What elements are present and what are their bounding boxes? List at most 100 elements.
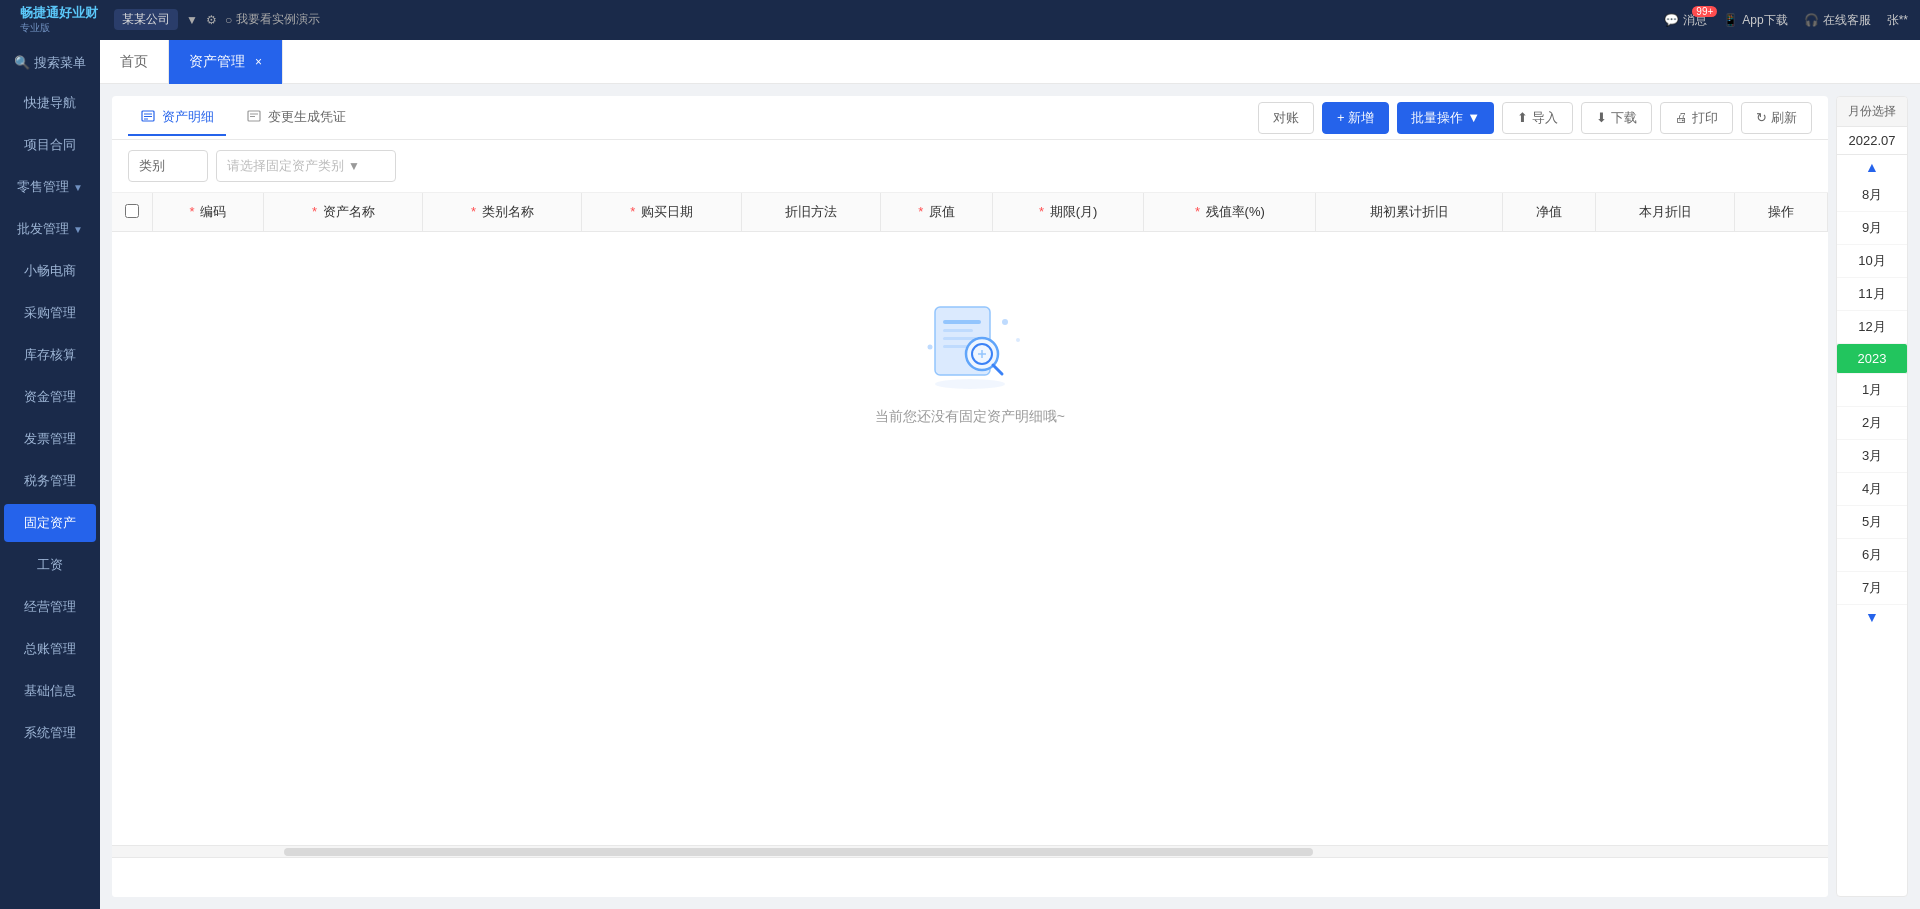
messages-button[interactable]: 💬 消息 99+ [1664,12,1707,29]
sub-tab-change-voucher-label: 变更生成凭证 [268,108,346,126]
toolbar-actions: 对账 + 新增 批量操作 ▼ ⬆ 导入 [366,102,1812,134]
table-area: * 编码 * 资产名称 * 类别名称 [112,193,1828,845]
month-panel-header: 月份选择 [1837,97,1907,127]
month-item-3[interactable]: 3月 [1837,440,1907,473]
sidebar-item-retail[interactable]: 零售管理 ▼ [4,168,96,206]
company-selector[interactable]: 某某公司 [114,9,178,30]
demo-button[interactable]: ○ 我要看实例演示 [225,11,320,28]
category-placeholder: 请选择固定资产类别 [227,157,344,175]
sidebar-item-quicknav[interactable]: 快捷导航 [4,84,96,122]
sidebar-item-inventory[interactable]: 库存核算 [4,336,96,374]
month-item-year-2023[interactable]: 2023 [1837,344,1907,374]
add-label: + 新增 [1337,109,1374,127]
sidebar-item-project[interactable]: 项目合同 [4,126,96,164]
month-item-5[interactable]: 5月 [1837,506,1907,539]
empty-illustration [910,292,1030,392]
category-input[interactable]: 请选择固定资产类别 ▼ [216,150,396,182]
batch-button[interactable]: 批量操作 ▼ [1397,102,1494,134]
system-label: 系统管理 [24,724,76,742]
sidebar-item-purchase[interactable]: 采购管理 [4,294,96,332]
brand: 畅捷通好业财 专业版 [12,5,106,36]
online-service-button[interactable]: 🎧 在线客服 [1804,12,1871,29]
sidebar-item-basic[interactable]: 基础信息 [4,672,96,710]
th-purchase-date: * 购买日期 [582,193,741,232]
main-panel: 资产明细 变更生成凭证 对账 + 新增 [112,96,1828,897]
sidebar-item-wholesale[interactable]: 批发管理 ▼ [4,210,96,248]
sidebar-item-operations[interactable]: 经营管理 [4,588,96,626]
add-button[interactable]: + 新增 [1322,102,1389,134]
tab-close-icon[interactable]: × [255,55,262,69]
sidebar-item-ledger[interactable]: 总账管理 [4,630,96,668]
th-asset-name: * 资产名称 [264,193,423,232]
scroll-thumb[interactable] [284,848,1314,856]
reconcile-button[interactable]: 对账 [1258,102,1314,134]
filter-row: 类别 请选择固定资产类别 ▼ [112,140,1828,193]
service-label: 在线客服 [1823,12,1871,29]
change-voucher-icon [246,109,262,125]
print-button[interactable]: 🖨 打印 [1660,102,1733,134]
tab-home[interactable]: 首页 [100,40,169,84]
gear-icon[interactable]: ⚙ [206,13,217,27]
sidebar-item-fund[interactable]: 资金管理 [4,378,96,416]
sidebar-item-fixed-assets[interactable]: 固定资产 [4,504,96,542]
month-item-11[interactable]: 11月 [1837,278,1907,311]
sidebar-item-salary[interactable]: 工资 [4,546,96,584]
search-icon: 🔍 [14,55,30,70]
th-original-value: * 原值 [881,193,993,232]
brand-title: 畅捷通好业财 [20,5,98,22]
month-item-6[interactable]: 6月 [1837,539,1907,572]
wholesale-arrow-icon: ▼ [73,224,83,235]
th-category: * 类别名称 [423,193,582,232]
download-label: 下载 [1611,109,1637,127]
svg-point-20 [1016,338,1020,342]
tab-asset-manage[interactable]: 资产管理 × [169,40,283,84]
salary-label: 工资 [37,556,63,574]
sidebar-item-system[interactable]: 系统管理 [4,714,96,752]
bottom-scrollbar[interactable] [112,845,1828,857]
svg-rect-12 [943,337,977,340]
month-item-9[interactable]: 9月 [1837,212,1907,245]
th-checkbox [112,193,152,232]
app-download-button[interactable]: 📱 App下载 [1723,12,1787,29]
asset-table: * 编码 * 资产名称 * 类别名称 [112,193,1828,486]
month-item-4[interactable]: 4月 [1837,473,1907,506]
select-all-checkbox[interactable] [125,204,139,218]
batch-arrow-icon: ▼ [1467,110,1480,125]
sub-tab-change-voucher[interactable]: 变更生成凭证 [234,100,358,136]
sidebar-item-invoice[interactable]: 发票管理 [4,420,96,458]
company-dropdown-icon[interactable]: ▼ [186,13,198,27]
batch-label: 批量操作 [1411,109,1463,127]
sidebar-item-ecommerce[interactable]: 小畅电商 [4,252,96,290]
month-item-1[interactable]: 1月 [1837,374,1907,407]
month-item-12[interactable]: 12月 [1837,311,1907,344]
month-item-2[interactable]: 2月 [1837,407,1907,440]
sub-tab-asset-detail[interactable]: 资产明细 [128,100,226,136]
svg-point-21 [927,345,932,350]
sub-tab-asset-detail-label: 资产明细 [162,108,214,126]
month-item-7[interactable]: 7月 [1837,572,1907,605]
ecommerce-label: 小畅电商 [24,262,76,280]
top-bar: 畅捷通好业财 专业版 某某公司 ▼ ⚙ ○ 我要看实例演示 💬 消息 99+ 📱… [0,0,1920,40]
empty-state-cell: 当前您还没有固定资产明细哦~ [112,232,1828,487]
svg-rect-10 [943,320,981,324]
print-label: 打印 [1692,109,1718,127]
month-up-button[interactable]: ▲ [1837,155,1907,179]
sidebar-item-search[interactable]: 🔍 搜索菜单 [4,46,96,80]
svg-point-19 [1002,319,1008,325]
month-down-button[interactable]: ▼ [1837,605,1907,629]
download-icon: ⬇ [1596,110,1607,125]
retail-arrow-icon: ▼ [73,182,83,193]
import-button[interactable]: ⬆ 导入 [1502,102,1573,134]
sidebar-item-tax[interactable]: 税务管理 [4,462,96,500]
svg-rect-11 [943,329,973,332]
svg-rect-13 [943,345,968,348]
refresh-button[interactable]: ↻ 刷新 [1741,102,1812,134]
month-item-8[interactable]: 8月 [1837,179,1907,212]
download-button[interactable]: ⬇ 下载 [1581,102,1652,134]
print-icon: 🖨 [1675,110,1688,125]
company-name: 某某公司 [122,12,170,26]
month-item-10[interactable]: 10月 [1837,245,1907,278]
category-select[interactable]: 类别 [128,150,208,182]
asset-detail-icon [140,109,156,125]
tax-label: 税务管理 [24,472,76,490]
